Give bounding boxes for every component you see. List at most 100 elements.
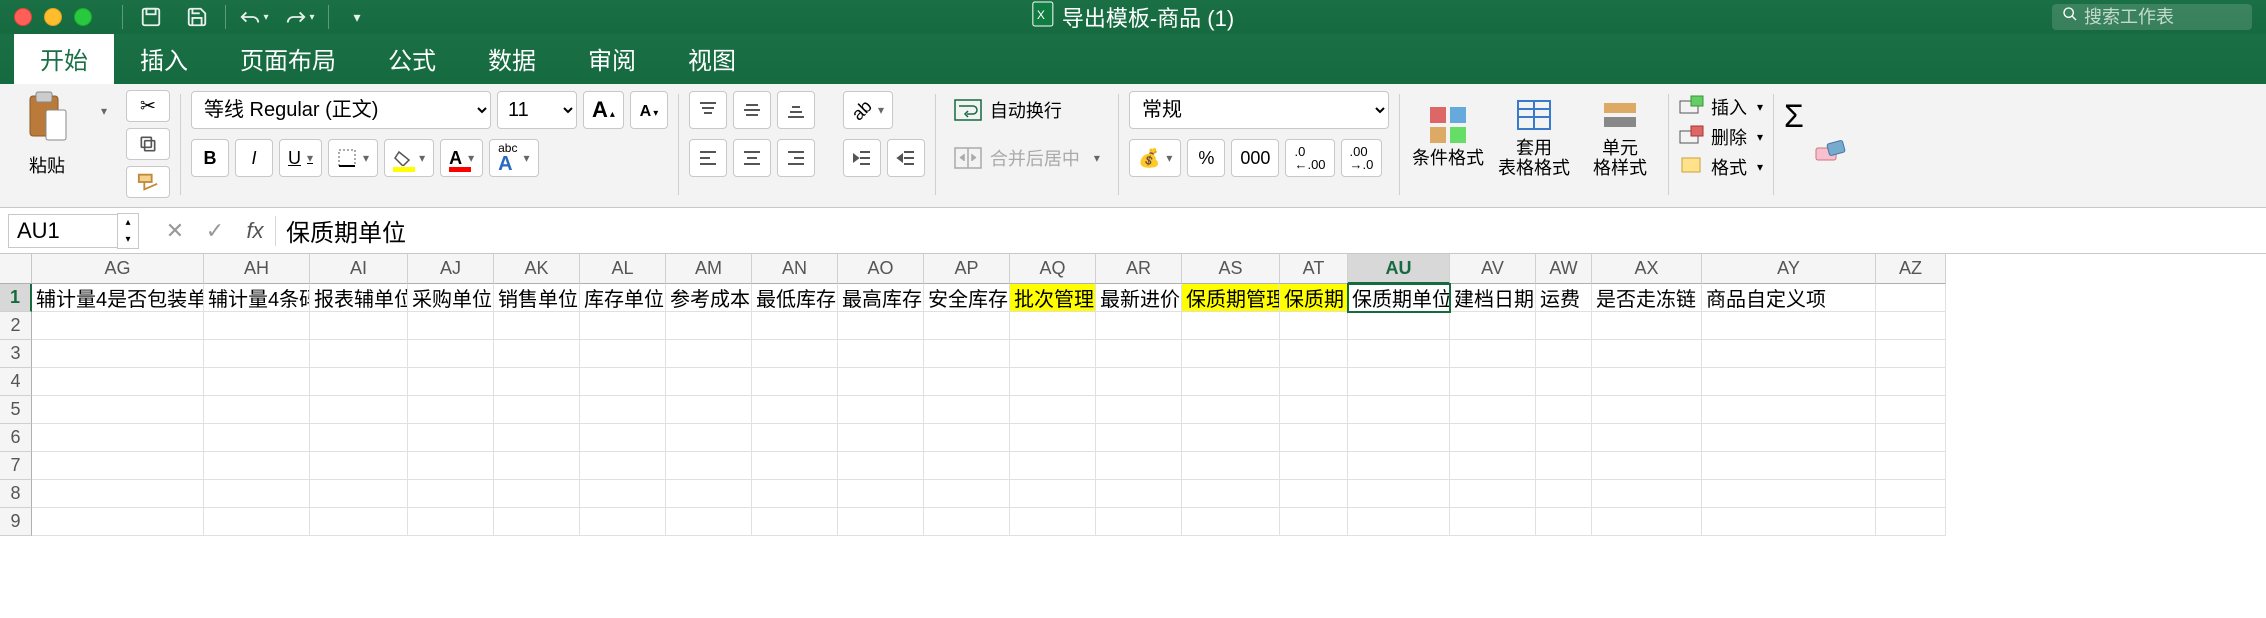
column-header-AT[interactable]: AT <box>1280 254 1348 284</box>
row-header-2[interactable]: 2 <box>0 312 32 340</box>
cell-AM3[interactable] <box>666 340 752 368</box>
row-header-7[interactable]: 7 <box>0 452 32 480</box>
cell-AS8[interactable] <box>1182 480 1280 508</box>
cell-AJ3[interactable] <box>408 340 494 368</box>
column-header-AO[interactable]: AO <box>838 254 924 284</box>
column-header-AJ[interactable]: AJ <box>408 254 494 284</box>
cell-AO5[interactable] <box>838 396 924 424</box>
cell-AH2[interactable] <box>204 312 310 340</box>
cell-AI1[interactable]: 报表辅单位 <box>310 284 408 312</box>
cell-AL9[interactable] <box>580 508 666 536</box>
cell-AI5[interactable] <box>310 396 408 424</box>
cell-AJ6[interactable] <box>408 424 494 452</box>
cell-AM8[interactable] <box>666 480 752 508</box>
increase-font-button[interactable] <box>583 91 624 129</box>
cell-AW5[interactable] <box>1536 396 1592 424</box>
cell-AZ8[interactable] <box>1876 480 1946 508</box>
cell-AN3[interactable] <box>752 340 838 368</box>
cell-AI3[interactable] <box>310 340 408 368</box>
cell-AQ3[interactable] <box>1010 340 1096 368</box>
cell-AK1[interactable]: 销售单位 <box>494 284 580 312</box>
phonetic-button[interactable]: abc A <box>489 139 538 177</box>
cell-AO1[interactable]: 最高库存 <box>838 284 924 312</box>
cell-AJ7[interactable] <box>408 452 494 480</box>
font-size-select[interactable]: 11 <box>497 91 577 129</box>
cell-AV1[interactable]: 建档日期 <box>1450 284 1536 312</box>
cell-AY6[interactable] <box>1702 424 1876 452</box>
cell-AW6[interactable] <box>1536 424 1592 452</box>
cell-AQ6[interactable] <box>1010 424 1096 452</box>
align-left-button[interactable] <box>689 139 727 177</box>
autosave-icon[interactable] <box>133 3 169 31</box>
cell-AG3[interactable] <box>32 340 204 368</box>
cell-AW9[interactable] <box>1536 508 1592 536</box>
row-header-9[interactable]: 9 <box>0 508 32 536</box>
cell-AQ7[interactable] <box>1010 452 1096 480</box>
cell-AQ8[interactable] <box>1010 480 1096 508</box>
cell-AK9[interactable] <box>494 508 580 536</box>
cell-AX8[interactable] <box>1592 480 1702 508</box>
name-box[interactable]: AU1 <box>8 214 118 248</box>
customize-qat-button[interactable]: ▾ <box>339 3 375 31</box>
cell-AL6[interactable] <box>580 424 666 452</box>
cell-AJ1[interactable]: 采购单位 <box>408 284 494 312</box>
cell-AH1[interactable]: 辅计量4条码 <box>204 284 310 312</box>
cell-AW4[interactable] <box>1536 368 1592 396</box>
row-header-8[interactable]: 8 <box>0 480 32 508</box>
cell-AO8[interactable] <box>838 480 924 508</box>
cell-AQ9[interactable] <box>1010 508 1096 536</box>
row-header-6[interactable]: 6 <box>0 424 32 452</box>
cell-AR9[interactable] <box>1096 508 1182 536</box>
cell-AM6[interactable] <box>666 424 752 452</box>
cell-styles-button[interactable]: 单元 格样式 <box>1582 90 1658 184</box>
cell-AV7[interactable] <box>1450 452 1536 480</box>
cell-AV8[interactable] <box>1450 480 1536 508</box>
cell-AH7[interactable] <box>204 452 310 480</box>
cell-AX9[interactable] <box>1592 508 1702 536</box>
cell-AV5[interactable] <box>1450 396 1536 424</box>
cell-AY4[interactable] <box>1702 368 1876 396</box>
cell-AH6[interactable] <box>204 424 310 452</box>
cell-AS2[interactable] <box>1182 312 1280 340</box>
select-all-corner[interactable] <box>0 254 32 284</box>
cell-AK6[interactable] <box>494 424 580 452</box>
align-middle-button[interactable] <box>733 91 771 129</box>
cut-button[interactable]: ✂ <box>126 90 170 122</box>
cell-AV9[interactable] <box>1450 508 1536 536</box>
currency-button[interactable]: 💰 <box>1129 139 1181 177</box>
cell-AU8[interactable] <box>1348 480 1450 508</box>
cell-AU4[interactable] <box>1348 368 1450 396</box>
cell-AG8[interactable] <box>32 480 204 508</box>
column-header-AL[interactable]: AL <box>580 254 666 284</box>
cell-AT5[interactable] <box>1280 396 1348 424</box>
cell-AG4[interactable] <box>32 368 204 396</box>
cell-AS1[interactable]: 保质期管理 <box>1182 284 1280 312</box>
autosum-button[interactable]: Σ <box>1784 90 1804 207</box>
cell-AQ5[interactable] <box>1010 396 1096 424</box>
cell-AU9[interactable] <box>1348 508 1450 536</box>
cell-AO4[interactable] <box>838 368 924 396</box>
cell-AY2[interactable] <box>1702 312 1876 340</box>
insert-cells-button[interactable]: 插入▾ <box>1679 94 1763 120</box>
cell-AT4[interactable] <box>1280 368 1348 396</box>
cell-AM2[interactable] <box>666 312 752 340</box>
cell-AY3[interactable] <box>1702 340 1876 368</box>
column-header-AN[interactable]: AN <box>752 254 838 284</box>
cell-AK5[interactable] <box>494 396 580 424</box>
cell-AT7[interactable] <box>1280 452 1348 480</box>
cell-AZ7[interactable] <box>1876 452 1946 480</box>
cell-AH8[interactable] <box>204 480 310 508</box>
cell-AR1[interactable]: 最新进价 <box>1096 284 1182 312</box>
tab-formulas[interactable]: 公式 <box>362 31 462 84</box>
cell-AK8[interactable] <box>494 480 580 508</box>
cell-AS6[interactable] <box>1182 424 1280 452</box>
tab-view[interactable]: 视图 <box>662 31 762 84</box>
column-header-AS[interactable]: AS <box>1182 254 1280 284</box>
cell-AN5[interactable] <box>752 396 838 424</box>
cell-AZ6[interactable] <box>1876 424 1946 452</box>
fill-color-button[interactable] <box>384 139 434 177</box>
cell-AN8[interactable] <box>752 480 838 508</box>
cell-AP2[interactable] <box>924 312 1010 340</box>
cell-AR8[interactable] <box>1096 480 1182 508</box>
cell-AY5[interactable] <box>1702 396 1876 424</box>
